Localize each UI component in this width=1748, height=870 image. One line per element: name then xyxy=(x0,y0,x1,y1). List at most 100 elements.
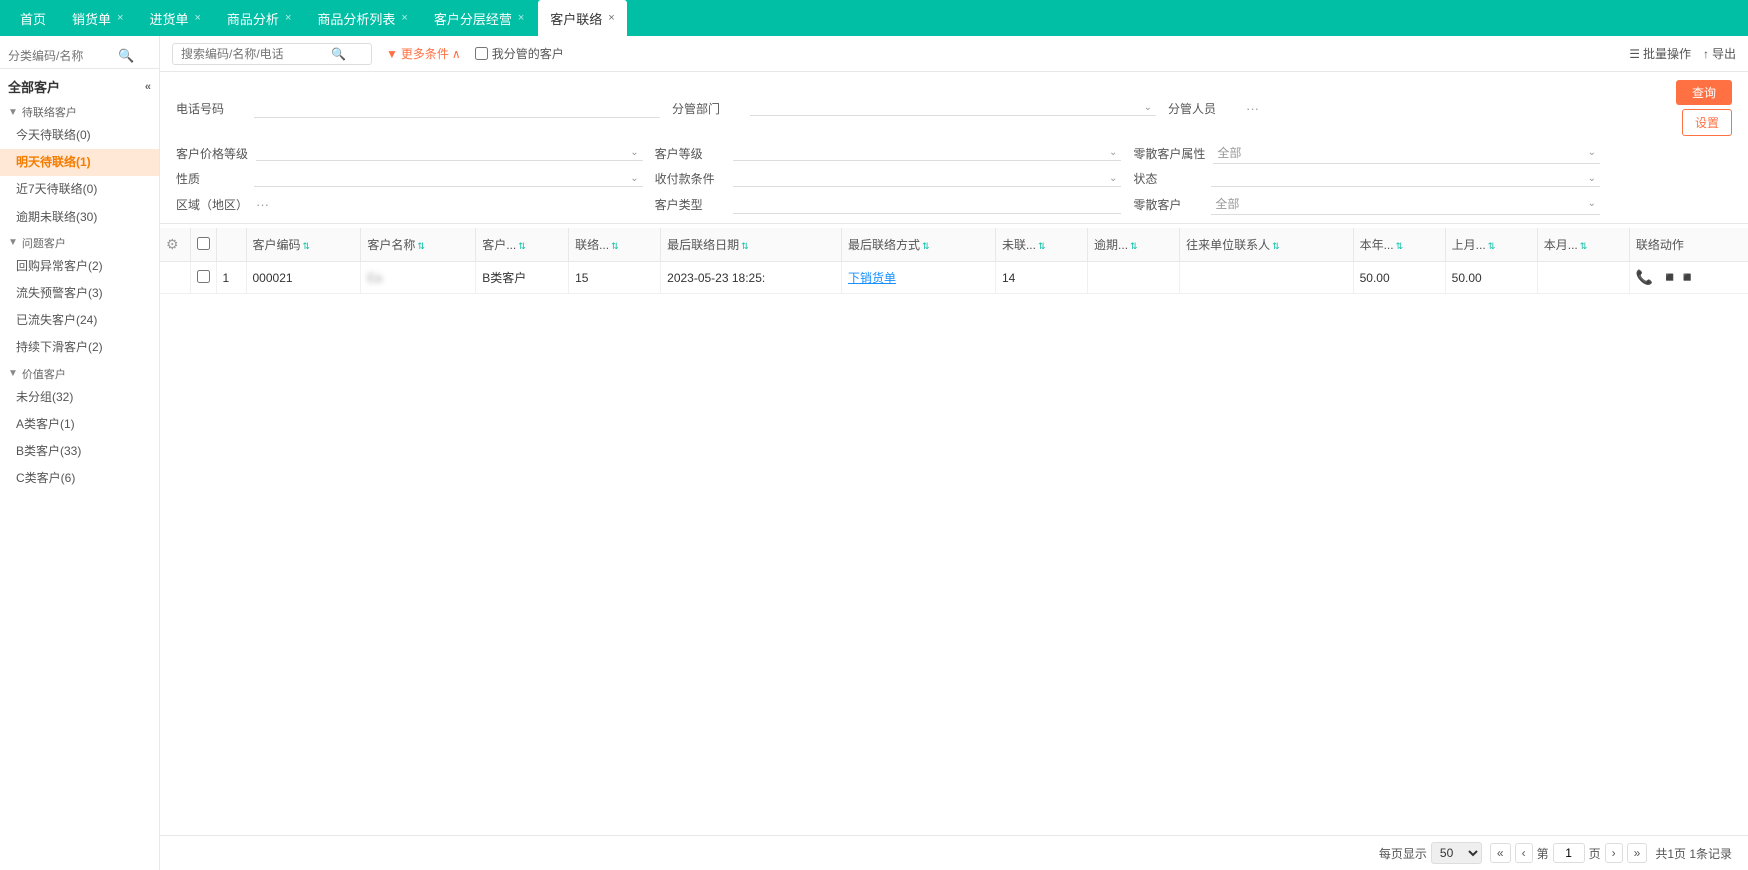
customer-level-select[interactable]: ⌄ xyxy=(733,145,1122,161)
filter-price-level: 客户价格等级 ⌄ xyxy=(176,145,643,162)
col-no xyxy=(216,228,246,262)
my-customer-checkbox[interactable]: 我分管的客户 xyxy=(475,45,564,62)
region-dots-button[interactable]: ··· xyxy=(256,197,269,212)
cell-name: Ea xyxy=(361,262,476,294)
col-code-label: 客户编码 xyxy=(253,238,301,252)
page-number-input[interactable] xyxy=(1553,843,1585,863)
filter-phone: 电话号码 xyxy=(176,99,660,118)
retail-cust-select[interactable]: 全部 ⌄ xyxy=(1211,193,1600,215)
sidebar-item[interactable]: 流失预警客户(3) xyxy=(0,280,159,307)
cell-unit-contact xyxy=(1180,262,1353,294)
prev-page-button[interactable]: ‹ xyxy=(1515,843,1533,863)
col-code[interactable]: 客户编码⇅ xyxy=(246,228,361,262)
toolbar-right: ☰ 批量操作 ↑ 导出 xyxy=(1629,45,1736,62)
collapse-icon: « xyxy=(145,81,151,93)
search-box[interactable]: 🔍 xyxy=(172,43,372,65)
sidebar-item[interactable]: 持续下滑客户(2) xyxy=(0,334,159,361)
nav-item-销货单[interactable]: 销货单× xyxy=(60,0,135,36)
sort-icon: ⇅ xyxy=(1488,241,1496,251)
nav-close-icon[interactable]: × xyxy=(194,12,200,24)
next-page-button[interactable]: › xyxy=(1605,843,1623,863)
filter-label: 更多条件 xyxy=(401,45,449,62)
nav-item-商品分析[interactable]: 商品分析× xyxy=(215,0,303,36)
col-this-month[interactable]: 本月...⇅ xyxy=(1537,228,1629,262)
payment-select[interactable]: ⌄ xyxy=(733,171,1122,187)
table-body: 1 000021 Ea B类客户 15 2023-05-23 18:25: 下销… xyxy=(160,262,1748,294)
col-type[interactable]: 客户...⇅ xyxy=(476,228,569,262)
last-method-link[interactable]: 下销货单 xyxy=(848,271,896,285)
dept-label: 分管部门 xyxy=(672,100,742,117)
col-uncontact[interactable]: 未联...⇅ xyxy=(995,228,1087,262)
sidebar-item[interactable]: 近7天待联络(0) xyxy=(0,176,159,203)
col-last-month[interactable]: 上月...⇅ xyxy=(1445,228,1537,262)
phone-input[interactable] xyxy=(254,99,660,118)
sidebar-search-icon[interactable]: 🔍 xyxy=(118,48,134,64)
price-level-label: 客户价格等级 xyxy=(176,145,248,162)
status-chevron-icon: ⌄ xyxy=(1588,173,1596,184)
payment-label: 收付款条件 xyxy=(655,170,725,187)
col-last-method[interactable]: 最后联络方式⇅ xyxy=(842,228,996,262)
sidebar-item[interactable]: 未分组(32) xyxy=(0,384,159,411)
toolbar: 🔍 ▼ 更多条件 ∧ 我分管的客户 ☰ 批量操作 ↑ 导出 xyxy=(160,36,1748,72)
nav-close-icon[interactable]: × xyxy=(401,12,407,24)
price-level-select[interactable]: ⌄ xyxy=(256,145,643,161)
nav-close-icon[interactable]: × xyxy=(608,12,614,24)
nav-item-客户联络[interactable]: 客户联络× xyxy=(538,0,626,36)
cell-checkbox[interactable] xyxy=(190,262,216,294)
page-size-selector: 每页显示 50 100 200 xyxy=(1379,842,1482,864)
nav-close-icon[interactable]: × xyxy=(117,12,123,24)
more-filter-button[interactable]: ▼ 更多条件 ∧ xyxy=(380,42,467,65)
nav-item-进货单[interactable]: 进货单× xyxy=(137,0,212,36)
sidebar-item[interactable]: 回购异常客户(2) xyxy=(0,253,159,280)
dept-select[interactable]: ⌄ xyxy=(750,100,1156,116)
col-overdue[interactable]: 逾期...⇅ xyxy=(1088,228,1180,262)
sidebar-item[interactable]: A类客户(1) xyxy=(0,411,159,438)
sidebar-item[interactable]: 逾期未联络(30) xyxy=(0,204,159,231)
col-name[interactable]: 客户名称⇅ xyxy=(361,228,476,262)
col-this-year[interactable]: 本年...⇅ xyxy=(1353,228,1445,262)
col-checkbox[interactable] xyxy=(190,228,216,262)
per-page-select[interactable]: 50 100 200 xyxy=(1431,842,1482,864)
gear-icon[interactable]: ⚙ xyxy=(166,236,179,252)
filter-status: 状态 ⌄ xyxy=(1133,170,1600,187)
person-dots-button[interactable]: ··· xyxy=(1246,101,1259,116)
status-select[interactable]: ⌄ xyxy=(1211,171,1600,187)
nav-item-首页[interactable]: 首页 xyxy=(8,0,58,36)
export-button[interactable]: ↑ 导出 xyxy=(1703,45,1736,62)
col-gear[interactable]: ⚙ xyxy=(160,228,190,262)
sidebar-item[interactable]: C类客户(6) xyxy=(0,465,159,492)
col-unit-contact[interactable]: 往来单位联系人⇅ xyxy=(1180,228,1353,262)
sidebar-item[interactable]: 明天待联络(1) xyxy=(0,149,159,176)
nav-close-icon[interactable]: × xyxy=(285,12,291,24)
settings-button[interactable]: 设置 xyxy=(1682,109,1732,136)
cell-last-method[interactable]: 下销货单 xyxy=(842,262,996,294)
col-last-date[interactable]: 最后联络日期⇅ xyxy=(661,228,842,262)
first-page-button[interactable]: « xyxy=(1490,843,1511,863)
row-checkbox[interactable] xyxy=(197,270,210,283)
batch-op-button[interactable]: ☰ 批量操作 xyxy=(1629,45,1691,62)
sidebar-group-待联络客户: ▼ 待联络客户 xyxy=(0,100,159,122)
sidebar-item[interactable]: 已流失客户(24) xyxy=(0,307,159,334)
sidebar-search-box[interactable]: 🔍 xyxy=(0,44,159,69)
col-contact[interactable]: 联络...⇅ xyxy=(569,228,661,262)
nav-close-icon[interactable]: × xyxy=(518,12,524,24)
my-customer-input[interactable] xyxy=(475,47,488,60)
filter-row-3: 性质 ⌄ 收付款条件 ⌄ 状态 xyxy=(176,170,1732,187)
nav-item-商品分析列表[interactable]: 商品分析列表× xyxy=(305,0,419,36)
last-page-button[interactable]: » xyxy=(1627,843,1648,863)
search-input[interactable] xyxy=(181,47,331,61)
cust-type-input[interactable] xyxy=(733,195,1122,214)
retail-attr-select[interactable]: 全部 ⌄ xyxy=(1213,142,1600,164)
action-phone-icon[interactable]: 📞 xyxy=(1636,269,1653,286)
nature-select[interactable]: ⌄ xyxy=(254,171,643,187)
all-customers-item[interactable]: 全部客户 « xyxy=(0,73,159,100)
action-more-icon[interactable]: ◾◾ xyxy=(1661,269,1696,286)
sidebar-item[interactable]: B类客户(33) xyxy=(0,438,159,465)
sidebar-item[interactable]: 今天待联络(0) xyxy=(0,122,159,149)
sort-icon: ⇅ xyxy=(518,241,526,251)
select-all-checkbox[interactable] xyxy=(197,237,210,250)
nav-item-客户分层经营[interactable]: 客户分层经营× xyxy=(422,0,536,36)
sidebar-search-input[interactable] xyxy=(8,49,118,63)
search-icon[interactable]: 🔍 xyxy=(331,47,346,61)
query-button[interactable]: 查询 xyxy=(1676,80,1732,105)
